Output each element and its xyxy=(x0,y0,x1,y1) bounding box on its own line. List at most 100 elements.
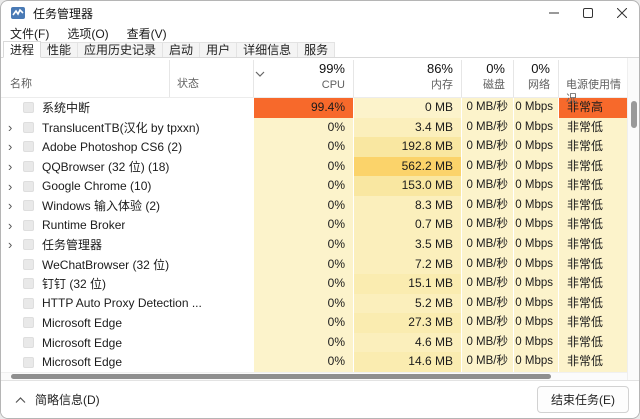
network-cell: 0 Mbps xyxy=(513,294,558,314)
disk-cell: 0 MB/秒 xyxy=(461,235,513,255)
expand-chevron-icon[interactable] xyxy=(8,219,23,232)
header-divider xyxy=(558,60,559,97)
expand-chevron-icon[interactable] xyxy=(8,121,23,134)
vertical-scrollbar-thumb[interactable] xyxy=(631,101,637,128)
column-status-header[interactable]: 状态 xyxy=(177,75,199,91)
power-cell: 非常低 xyxy=(558,215,629,235)
vertical-scrollbar[interactable] xyxy=(627,58,639,380)
window-title: 任务管理器 xyxy=(33,5,93,22)
tab-performance[interactable]: 性能 xyxy=(41,42,78,57)
process-row[interactable]: 任务管理器 0% 3.5 MB 0 MB/秒 0 Mbps 非常低 xyxy=(1,235,639,255)
process-row[interactable]: Runtime Broker 0% 0.7 MB 0 MB/秒 0 Mbps 非… xyxy=(1,215,639,235)
end-task-button[interactable]: 结束任务(E) xyxy=(537,386,629,413)
column-disk-header[interactable]: 0% 磁盘 xyxy=(461,58,513,98)
memory-total-value: 86% xyxy=(353,58,461,78)
power-cell: 非常低 xyxy=(558,157,629,177)
process-row[interactable]: 钉钉 (32 位) 0% 15.1 MB 0 MB/秒 0 Mbps 非常低 xyxy=(1,274,639,294)
maximize-button[interactable] xyxy=(571,1,605,25)
process-row[interactable]: Google Chrome (10) 0% 153.0 MB 0 MB/秒 0 … xyxy=(1,176,639,196)
tab-details[interactable]: 详细信息 xyxy=(237,42,298,57)
task-manager-app-icon xyxy=(11,6,25,20)
cpu-total-value: 99% xyxy=(253,58,353,78)
process-name: Google Chrome (10) xyxy=(42,179,151,193)
app-icon xyxy=(23,337,34,348)
header-divider xyxy=(513,60,514,97)
process-row[interactable]: Windows 输入体验 (2) 0% 8.3 MB 0 MB/秒 0 Mbps… xyxy=(1,196,639,216)
menu-file[interactable]: 文件(F) xyxy=(1,25,58,42)
process-name-cell: Runtime Broker xyxy=(1,215,253,235)
app-icon xyxy=(23,278,34,289)
horizontal-scrollbar[interactable] xyxy=(1,372,639,380)
app-icon xyxy=(23,357,34,368)
network-cell: 0 Mbps xyxy=(513,274,558,294)
horizontal-scrollbar-thumb[interactable] xyxy=(11,374,551,379)
network-cell: 0 Mbps xyxy=(513,255,558,275)
process-name: Microsoft Edge xyxy=(42,355,122,369)
app-icon xyxy=(23,298,34,309)
process-name: QQBrowser (32 位) (18) xyxy=(42,158,169,175)
tab-processes[interactable]: 进程 xyxy=(3,41,41,58)
process-row[interactable]: Microsoft Edge 0% 4.6 MB 0 MB/秒 0 Mbps 非… xyxy=(1,333,639,353)
process-name-cell: HTTP Auto Proxy Detection ... xyxy=(1,294,253,314)
cpu-cell: 0% xyxy=(253,157,353,177)
menu-options[interactable]: 选项(O) xyxy=(58,25,117,42)
menu-view[interactable]: 查看(V) xyxy=(118,25,176,42)
close-button[interactable] xyxy=(605,1,639,25)
cpu-cell: 0% xyxy=(253,255,353,275)
column-name-header[interactable]: 名称 xyxy=(10,75,32,91)
tab-startup[interactable]: 启动 xyxy=(163,42,200,57)
network-cell: 0 Mbps xyxy=(513,215,558,235)
process-name-cell: Microsoft Edge xyxy=(1,333,253,353)
memory-cell: 7.2 MB xyxy=(353,255,461,275)
power-cell: 非常低 xyxy=(558,313,629,333)
column-network-header[interactable]: 0% 网络 xyxy=(513,58,558,98)
process-row[interactable]: WeChatBrowser (32 位) 0% 7.2 MB 0 MB/秒 0 … xyxy=(1,255,639,275)
process-row[interactable]: Microsoft Edge 0% 27.3 MB 0 MB/秒 0 Mbps … xyxy=(1,313,639,333)
process-name: Runtime Broker xyxy=(42,218,125,232)
expand-chevron-icon[interactable] xyxy=(8,140,23,153)
column-header: 名称 状态 99% CPU 86% 内存 0% 磁盘 0% 网络 电源使用情况 xyxy=(1,58,639,98)
process-row[interactable]: TranslucentTB(汉化 by tpxxn) 0% 3.4 MB 0 M… xyxy=(1,118,639,138)
expand-chevron-icon[interactable] xyxy=(8,199,23,212)
network-cell: 0 Mbps xyxy=(513,137,558,157)
expand-chevron-icon[interactable] xyxy=(8,238,23,251)
column-memory-header[interactable]: 86% 内存 xyxy=(353,58,461,98)
memory-cell: 5.2 MB xyxy=(353,294,461,314)
disk-label: 磁盘 xyxy=(461,78,513,94)
process-row[interactable]: 系统中断 99.4% 0 MB 0 MB/秒 0 Mbps 非常高 xyxy=(1,98,639,118)
tab-bar: 进程 性能 应用历史记录 启动 用户 详细信息 服务 xyxy=(1,41,639,58)
process-row[interactable]: HTTP Auto Proxy Detection ... 0% 5.2 MB … xyxy=(1,294,639,314)
app-icon xyxy=(23,102,34,113)
disk-cell: 0 MB/秒 xyxy=(461,255,513,275)
header-divider xyxy=(461,60,462,97)
process-name: WeChatBrowser (32 位) xyxy=(42,256,169,273)
app-icon xyxy=(23,122,34,133)
fewer-details-toggle[interactable]: 简略信息(D) xyxy=(15,391,100,409)
expand-chevron-icon[interactable] xyxy=(8,180,23,193)
process-row[interactable]: Microsoft Edge 0% 14.6 MB 0 MB/秒 0 Mbps … xyxy=(1,352,639,372)
cpu-cell: 0% xyxy=(253,313,353,333)
tab-app-history[interactable]: 应用历史记录 xyxy=(78,42,163,57)
process-name-cell: Adobe Photoshop CS6 (2) xyxy=(1,137,253,157)
network-cell: 0 Mbps xyxy=(513,313,558,333)
disk-cell: 0 MB/秒 xyxy=(461,176,513,196)
power-cell: 非常低 xyxy=(558,176,629,196)
network-cell: 0 Mbps xyxy=(513,352,558,372)
column-power-header[interactable]: 电源使用情况 xyxy=(558,58,629,98)
app-icon xyxy=(23,141,34,152)
cpu-cell: 0% xyxy=(253,333,353,353)
expand-chevron-icon[interactable] xyxy=(8,160,23,173)
process-name: 系统中断 xyxy=(42,99,90,116)
network-cell: 0 Mbps xyxy=(513,235,558,255)
tab-users[interactable]: 用户 xyxy=(200,42,237,57)
process-row[interactable]: Adobe Photoshop CS6 (2) 0% 192.8 MB 0 MB… xyxy=(1,137,639,157)
process-row[interactable]: QQBrowser (32 位) (18) 0% 562.2 MB 0 MB/秒… xyxy=(1,157,639,177)
column-cpu-header[interactable]: 99% CPU xyxy=(253,58,353,98)
minimize-button[interactable] xyxy=(537,1,571,25)
network-label: 网络 xyxy=(513,78,558,94)
tab-services[interactable]: 服务 xyxy=(298,42,335,57)
memory-cell: 153.0 MB xyxy=(353,176,461,196)
process-name: 钉钉 (32 位) xyxy=(42,275,106,292)
cpu-cell: 0% xyxy=(253,196,353,216)
app-icon xyxy=(23,161,34,172)
